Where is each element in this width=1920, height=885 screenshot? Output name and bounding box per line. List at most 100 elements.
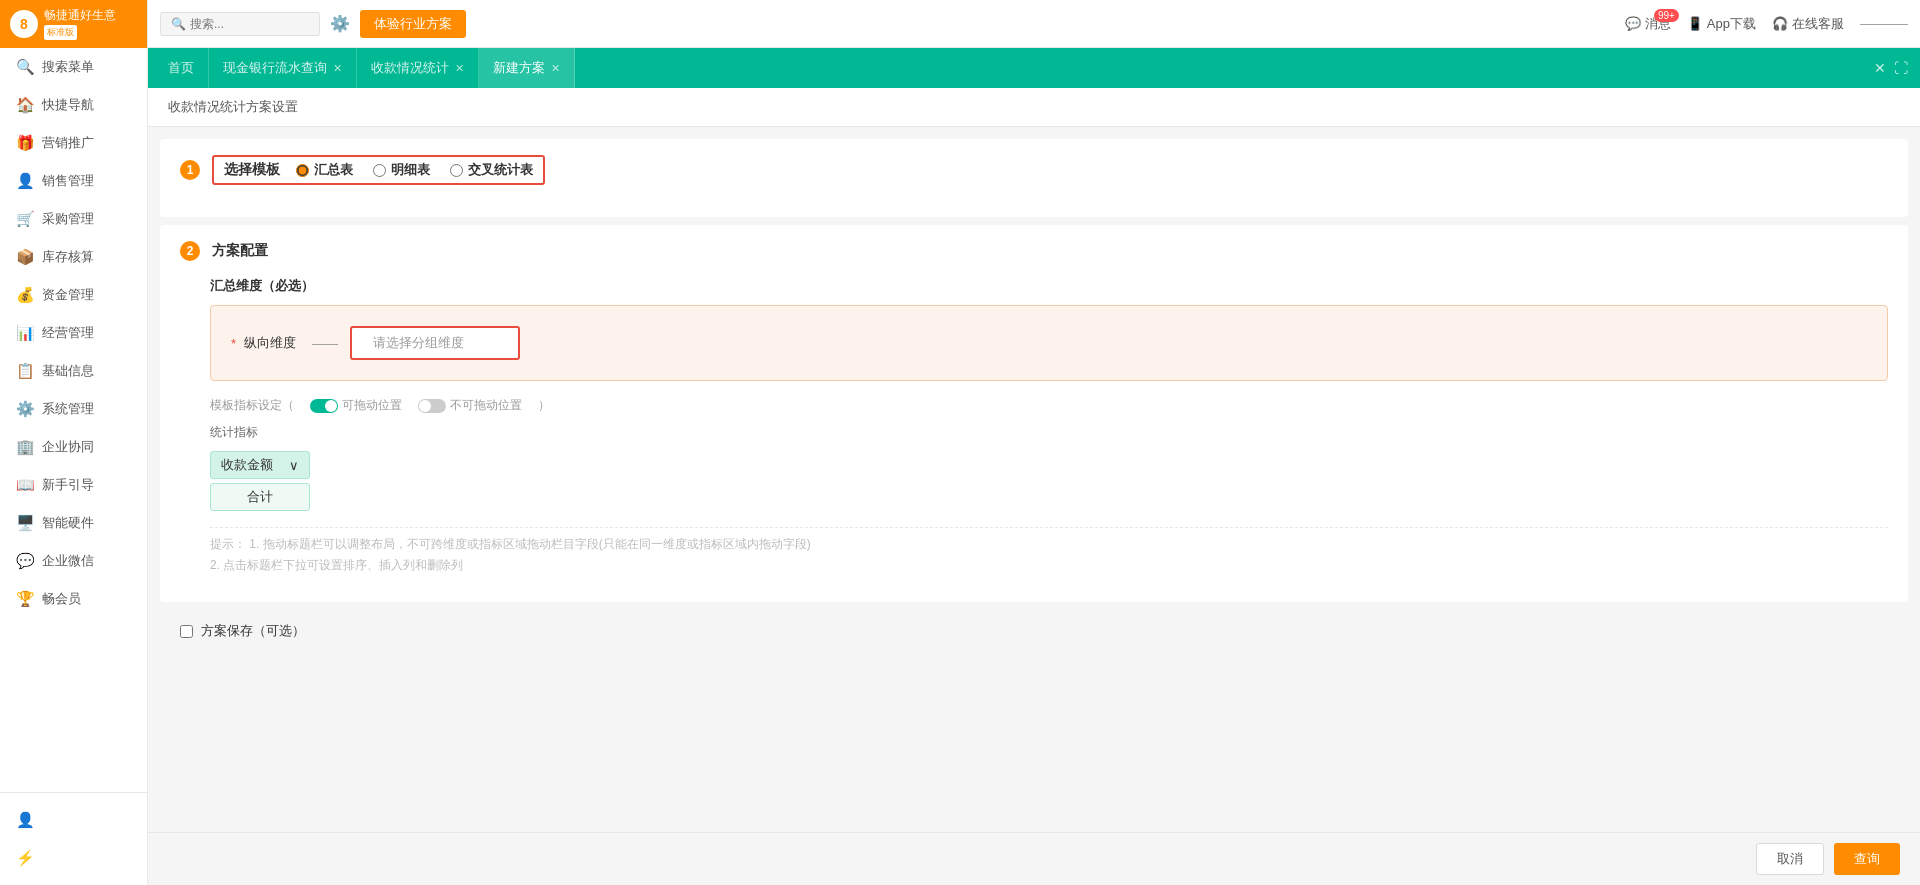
hardware-icon: 🖥️ (16, 514, 34, 532)
tab-close-1[interactable]: ✕ (333, 62, 342, 75)
movable-label: 可拖动位置 (342, 397, 402, 414)
sidebar-item-inventory[interactable]: 📦库存核算 (0, 238, 147, 276)
sidebar-item-search[interactable]: 🔍搜索菜单 (0, 48, 147, 86)
radio-input-detail[interactable] (373, 164, 386, 177)
tab-close-3[interactable]: ✕ (551, 62, 560, 75)
marketing-icon: 🎁 (16, 134, 34, 152)
system-icon: ⚙️ (16, 400, 34, 418)
query-button[interactable]: 查询 (1834, 843, 1900, 875)
search-box[interactable]: 🔍 (160, 12, 320, 36)
stats-subtotal: 合计 (210, 483, 310, 511)
app-badge: 标准版 (44, 25, 77, 40)
sidebar-item-bottom1[interactable]: 👤 (0, 801, 147, 839)
maximize-btn[interactable]: ⛶ (1894, 60, 1908, 76)
sidebar-item-guide[interactable]: 📖新手引导 (0, 466, 147, 504)
dimension-arrow: —— (312, 336, 338, 351)
sidebar-item-label-hardware: 智能硬件 (42, 514, 94, 532)
radio-option-summary[interactable]: 汇总表 (296, 161, 353, 179)
download-btn[interactable]: 📱 App下载 (1687, 15, 1756, 33)
sidebar-item-basic[interactable]: 📋基础信息 (0, 352, 147, 390)
sidebar-item-label-inventory: 库存核算 (42, 248, 94, 266)
tab-close-2[interactable]: ✕ (455, 62, 464, 75)
trial-button[interactable]: 体验行业方案 (360, 10, 466, 38)
immovable-toggle[interactable] (418, 399, 446, 413)
search-input[interactable] (190, 17, 310, 31)
sidebar-item-wechat[interactable]: 💬企业微信 (0, 542, 147, 580)
tabbar-controls: ✕ ⛶ (1874, 60, 1916, 76)
notification-btn[interactable]: 💬 消息 99+ (1625, 15, 1671, 33)
sidebar-item-operations[interactable]: 📊经营管理 (0, 314, 147, 352)
tab-label-2: 收款情况统计 (371, 59, 449, 77)
stats-tag-label: 收款金额 (221, 456, 273, 474)
download-label: App下载 (1707, 15, 1756, 33)
radio-option-cross[interactable]: 交叉统计表 (450, 161, 533, 179)
close-tab-btn[interactable]: ✕ (1874, 60, 1886, 76)
sidebar-item-nav[interactable]: 🏠 快捷导航 (0, 86, 147, 124)
required-star: * (231, 336, 236, 351)
sidebar-bottom: 👤 ⚡ (0, 792, 147, 885)
service-label: 在线客服 (1792, 15, 1844, 33)
sidebar-item-enterprise[interactable]: 🏢 企业协同 (0, 428, 147, 466)
step1-section: 1 选择模板 汇总表明细表交叉统计表 (160, 139, 1908, 217)
sidebar-item-bottom2[interactable]: ⚡ (0, 839, 147, 877)
movable-toggle[interactable] (310, 399, 338, 413)
indicators-close-paren: ） (538, 397, 550, 414)
dropdown-icon: ∨ (289, 458, 299, 473)
indicators-label-row: 模板指标设定（ 可拖动位置 不可拖动位置 ） (210, 397, 1888, 414)
save-checkbox[interactable] (180, 625, 193, 638)
sidebar-item-label-nav: 快捷导航 (42, 96, 94, 114)
sidebar-item-label-system: 系统管理 (42, 400, 94, 418)
step1-title: 选择模板 汇总表 明细表 交叉统计表 (212, 155, 545, 185)
sidebar-item-label-member: 畅会员 (42, 590, 81, 608)
sidebar-item-label-enterprise: 企业协同 (42, 438, 94, 456)
tab-3[interactable]: 新建方案✕ (479, 48, 575, 88)
tab-1[interactable]: 现金银行流水查询✕ (209, 48, 357, 88)
radio-input-cross[interactable] (450, 164, 463, 177)
page-header: 收款情况统计方案设置 (148, 88, 1920, 127)
sidebar-item-label-operations: 经营管理 (42, 324, 94, 342)
sidebar-item-hardware[interactable]: 🖥️ 智能硬件 (0, 504, 147, 542)
tips-section: 提示： 1. 拖动标题栏可以调整布局，不可跨维度或指标区域拖动栏目字段(只能在同… (210, 527, 1888, 586)
sidebar-item-label-purchase: 采购管理 (42, 210, 94, 228)
main-content: 收款情况统计方案设置 1 选择模板 汇总表明细表交叉统计表 2 方案配置 (148, 88, 1920, 832)
dimension-select-btn[interactable]: 请选择分组维度 (350, 326, 520, 360)
tip2-text: 2. 点击标题栏下拉可设置排序、插入列和删除列 (210, 557, 1888, 574)
radio-option-detail[interactable]: 明细表 (373, 161, 430, 179)
main-area: 🔍 ⚙️ 体验行业方案 💬 消息 99+ 📱 App下载 🎧 在线客服 ————… (148, 0, 1920, 885)
download-icon: 📱 (1687, 16, 1703, 31)
step2-header-row: 2 方案配置 (180, 241, 1888, 261)
message-icon: 💬 (1625, 16, 1641, 31)
tab-0[interactable]: 首页 (152, 48, 209, 88)
dimension-area: * 纵向维度 —— 请选择分组维度 (210, 305, 1888, 381)
notification-badge: 99+ (1654, 9, 1679, 22)
sidebar-item-label-sales: 销售管理 (42, 172, 94, 190)
tab-2[interactable]: 收款情况统计 ✕ (357, 48, 479, 88)
settings-icon[interactable]: ⚙️ (330, 14, 350, 33)
sidebar-item-finance[interactable]: 💰资金管理 (0, 276, 147, 314)
save-checkbox-label: 方案保存（可选） (201, 622, 305, 640)
sidebar-item-member[interactable]: 🏆畅会员 (0, 580, 147, 618)
cancel-button[interactable]: 取消 (1756, 843, 1824, 875)
sidebar-item-marketing[interactable]: 🎁 营销推广 (0, 124, 147, 162)
sidebar-item-label-marketing: 营销推广 (42, 134, 94, 152)
bottom2-icon: ⚡ (16, 849, 34, 867)
step1-title-text: 选择模板 (224, 161, 280, 179)
save-option-section: 方案保存（可选） (160, 610, 1908, 652)
service-btn[interactable]: 🎧 在线客服 (1772, 15, 1844, 33)
stats-tag-amount[interactable]: 收款金额 ∨ (210, 451, 310, 479)
logo-icon: 8 (10, 10, 38, 38)
enterprise-icon: 🏢 (16, 438, 34, 456)
radio-label-summary: 汇总表 (314, 161, 353, 179)
topbar: 🔍 ⚙️ 体验行业方案 💬 消息 99+ 📱 App下载 🎧 在线客服 ———— (148, 0, 1920, 48)
sidebar-item-system[interactable]: ⚙️ 系统管理 (0, 390, 147, 428)
radio-input-summary[interactable] (296, 164, 309, 177)
vertical-dimension-label: 纵向维度 (244, 334, 296, 352)
nav-icon: 🏠 (16, 96, 34, 114)
page-header-text: 收款情况统计方案设置 (168, 99, 298, 114)
bottom1-icon: 👤 (16, 811, 34, 829)
sidebar-item-purchase[interactable]: 🛒采购管理 (0, 200, 147, 238)
sales-icon: 👤 (16, 172, 34, 190)
sidebar-item-sales[interactable]: 👤 销售管理 (0, 162, 147, 200)
step2-title: 方案配置 (212, 242, 268, 260)
radio-label-detail: 明细表 (391, 161, 430, 179)
